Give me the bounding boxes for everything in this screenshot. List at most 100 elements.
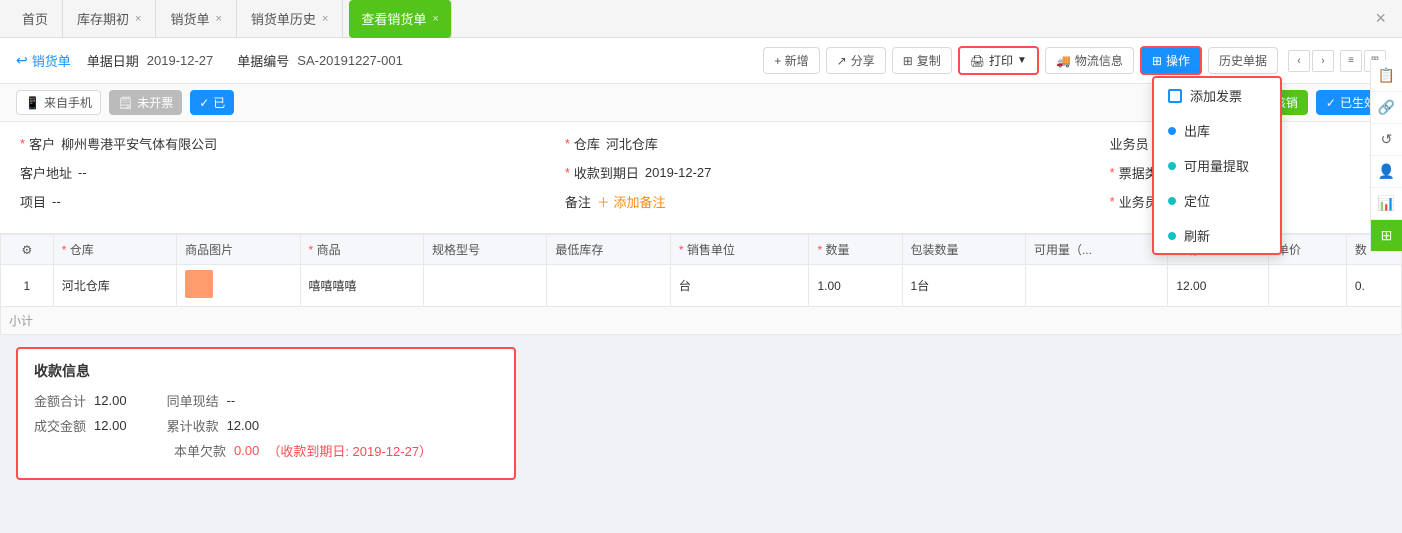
dropdown-outbound[interactable]: 出库 — [1154, 113, 1280, 148]
outbound-icon — [1168, 127, 1176, 135]
row-unit: 台 — [670, 265, 809, 307]
row-min-stock — [547, 265, 670, 307]
tab-view-sales[interactable]: 查看销货单 × — [349, 0, 451, 38]
new-button[interactable]: + 新增 — [763, 47, 819, 74]
bottom-section: 收款信息 金额合计 12.00 同单现结 -- 成交金额 12.00 累计收款 … — [0, 335, 1402, 492]
operate-button[interactable]: ⊞ 操作 — [1140, 46, 1202, 75]
total-amount-item: 金额合计 12.00 — [34, 391, 127, 410]
row-stock: 12.00 — [1168, 265, 1269, 307]
done-btn[interactable]: ✓ 已 — [190, 90, 234, 115]
not-opened-btn[interactable]: 🗒 未开票 — [109, 90, 182, 115]
tab-inventory[interactable]: 库存期初 × — [63, 0, 156, 38]
deal-amount-item: 成交金额 12.00 — [34, 416, 127, 435]
check-icon: ✓ — [199, 96, 209, 110]
sidebar-icon-link[interactable]: 🔗 — [1371, 92, 1402, 124]
subtotal-row: 小计 — [1, 307, 1402, 335]
nav-arrows: ‹ › — [1288, 50, 1334, 72]
warehouse-field: * 仓库 河北仓库 — [565, 134, 837, 153]
operate-icon: ⊞ — [1152, 54, 1162, 68]
sidebar-icon-expand[interactable]: ⊞ — [1371, 220, 1402, 252]
table-row: 1 河北仓库 嘻嘻嘻嘻 台 1.00 1台 12.00 0. — [1, 265, 1402, 307]
add-remark-btn[interactable]: ＋ 添加备注 — [597, 192, 666, 211]
col-product: 商品 — [300, 235, 423, 265]
cumulative-value: 12.00 — [227, 418, 260, 433]
logistics-button[interactable]: 🚚 物流信息 — [1045, 47, 1134, 74]
dropdown-available-qty[interactable]: 可用量提取 — [1154, 148, 1280, 183]
due-date-label: * — [565, 165, 570, 180]
sidebar-icon-clipboard[interactable]: 📋 — [1371, 60, 1402, 92]
this-order-due-item: 本单欠款 0.00 （收款到期日: 2019-12-27） — [174, 441, 432, 460]
share-icon: ↗ — [837, 54, 847, 68]
project-field: 项目 -- — [20, 192, 292, 211]
row-qty: 1.00 — [809, 265, 902, 307]
customer-label: * — [20, 136, 25, 151]
col-spec: 规格型号 — [423, 235, 546, 265]
due-date-note: （收款到期日: 2019-12-27） — [267, 441, 432, 460]
dropdown-add-invoice[interactable]: 添加发票 — [1154, 78, 1280, 113]
prev-arrow[interactable]: ‹ — [1288, 50, 1310, 72]
add-invoice-icon — [1168, 89, 1182, 103]
doc-type-label: 销货单 — [32, 51, 71, 70]
ticket-type-label: * — [1110, 165, 1115, 180]
tab-history[interactable]: 销货单历史 × — [237, 0, 343, 38]
list-view-btn[interactable]: ≡ — [1340, 50, 1362, 72]
doc-type: ↩ 销货单 — [16, 51, 71, 70]
deal-amount-value: 12.00 — [94, 418, 127, 433]
tab-history-close[interactable]: × — [322, 13, 328, 25]
col-warehouse: 仓库 — [53, 235, 176, 265]
locate-icon — [1168, 197, 1176, 205]
col-pack-qty: 包装数量 — [902, 235, 1025, 265]
address-field: 客户地址 -- — [20, 163, 292, 182]
date-label: 单据日期 — [87, 51, 139, 70]
date-value: 2019-12-27 — [147, 53, 214, 68]
dropdown-locate[interactable]: 定位 — [1154, 183, 1280, 218]
history-button[interactable]: 历史单据 — [1208, 47, 1278, 74]
due-date-field: * 收款到期日 2019-12-27 — [565, 163, 837, 182]
sales-staff-label: * — [1110, 194, 1115, 209]
payment-info-box: 收款信息 金额合计 12.00 同单现结 -- 成交金额 12.00 累计收款 … — [16, 347, 516, 480]
sidebar-icon-refresh[interactable]: ↺ — [1371, 124, 1402, 156]
from-phone-btn[interactable]: 📱 来自手机 — [16, 90, 101, 115]
same-order-label: 同单现结 — [167, 391, 219, 410]
cumulative-label: 累计收款 — [167, 416, 219, 435]
next-arrow[interactable]: › — [1312, 50, 1334, 72]
tab-sales[interactable]: 销货单 × — [156, 0, 236, 38]
tab-view-sales-close[interactable]: × — [432, 13, 438, 25]
col-qty: 数量 — [809, 235, 902, 265]
tab-inventory-close[interactable]: × — [135, 13, 141, 25]
logistics-icon: 🚚 — [1056, 54, 1071, 68]
deal-amount-label: 成交金额 — [34, 416, 86, 435]
this-order-due-value: 0.00 — [234, 443, 259, 458]
remark-label-text: 备注 — [565, 192, 591, 211]
info-row-2: 成交金额 12.00 累计收款 12.00 — [34, 416, 498, 435]
tab-bar: 首页 库存期初 × 销货单 × 销货单历史 × 查看销货单 × × — [0, 0, 1402, 38]
customer-label-text: 客户 — [29, 134, 55, 153]
copy-button[interactable]: ⊞ 复制 — [892, 47, 952, 74]
row-spec — [423, 265, 546, 307]
sidebar-icon-user[interactable]: 👤 — [1371, 156, 1402, 188]
row-available — [1025, 265, 1167, 307]
print-icon: 🖨 — [970, 54, 985, 68]
sidebar-icon-chart[interactable]: 📊 — [1371, 188, 1402, 220]
tab-bar-close[interactable]: × — [1367, 8, 1394, 29]
dropdown-refresh[interactable]: 刷新 — [1154, 218, 1280, 253]
total-label: 金额合计 — [34, 391, 86, 410]
staff-label-text: 业务员 — [1110, 134, 1149, 153]
info-row-3: 本单欠款 0.00 （收款到期日: 2019-12-27） — [34, 441, 498, 460]
due-date-label-text: 收款到期日 — [574, 163, 639, 182]
number-value: SA-20191227-001 — [297, 53, 403, 68]
available-qty-icon — [1168, 162, 1176, 170]
col-available: 可用量（... — [1025, 235, 1167, 265]
same-order-value: -- — [227, 393, 236, 408]
product-image — [185, 270, 213, 298]
invoice-icon: 🗒 — [118, 96, 133, 110]
cumulative-item: 累计收款 12.00 — [167, 416, 260, 435]
tab-sales-close[interactable]: × — [215, 13, 221, 25]
col-settings[interactable]: ⚙ — [1, 235, 54, 265]
remark-field: 备注 ＋ 添加备注 — [565, 192, 837, 211]
tab-home[interactable]: 首页 — [8, 0, 63, 38]
copy-icon: ⊞ — [903, 54, 913, 68]
share-button[interactable]: ↗ 分享 — [826, 47, 886, 74]
refresh-icon — [1168, 232, 1176, 240]
print-button[interactable]: 🖨 打印 ▼ — [958, 46, 1039, 75]
